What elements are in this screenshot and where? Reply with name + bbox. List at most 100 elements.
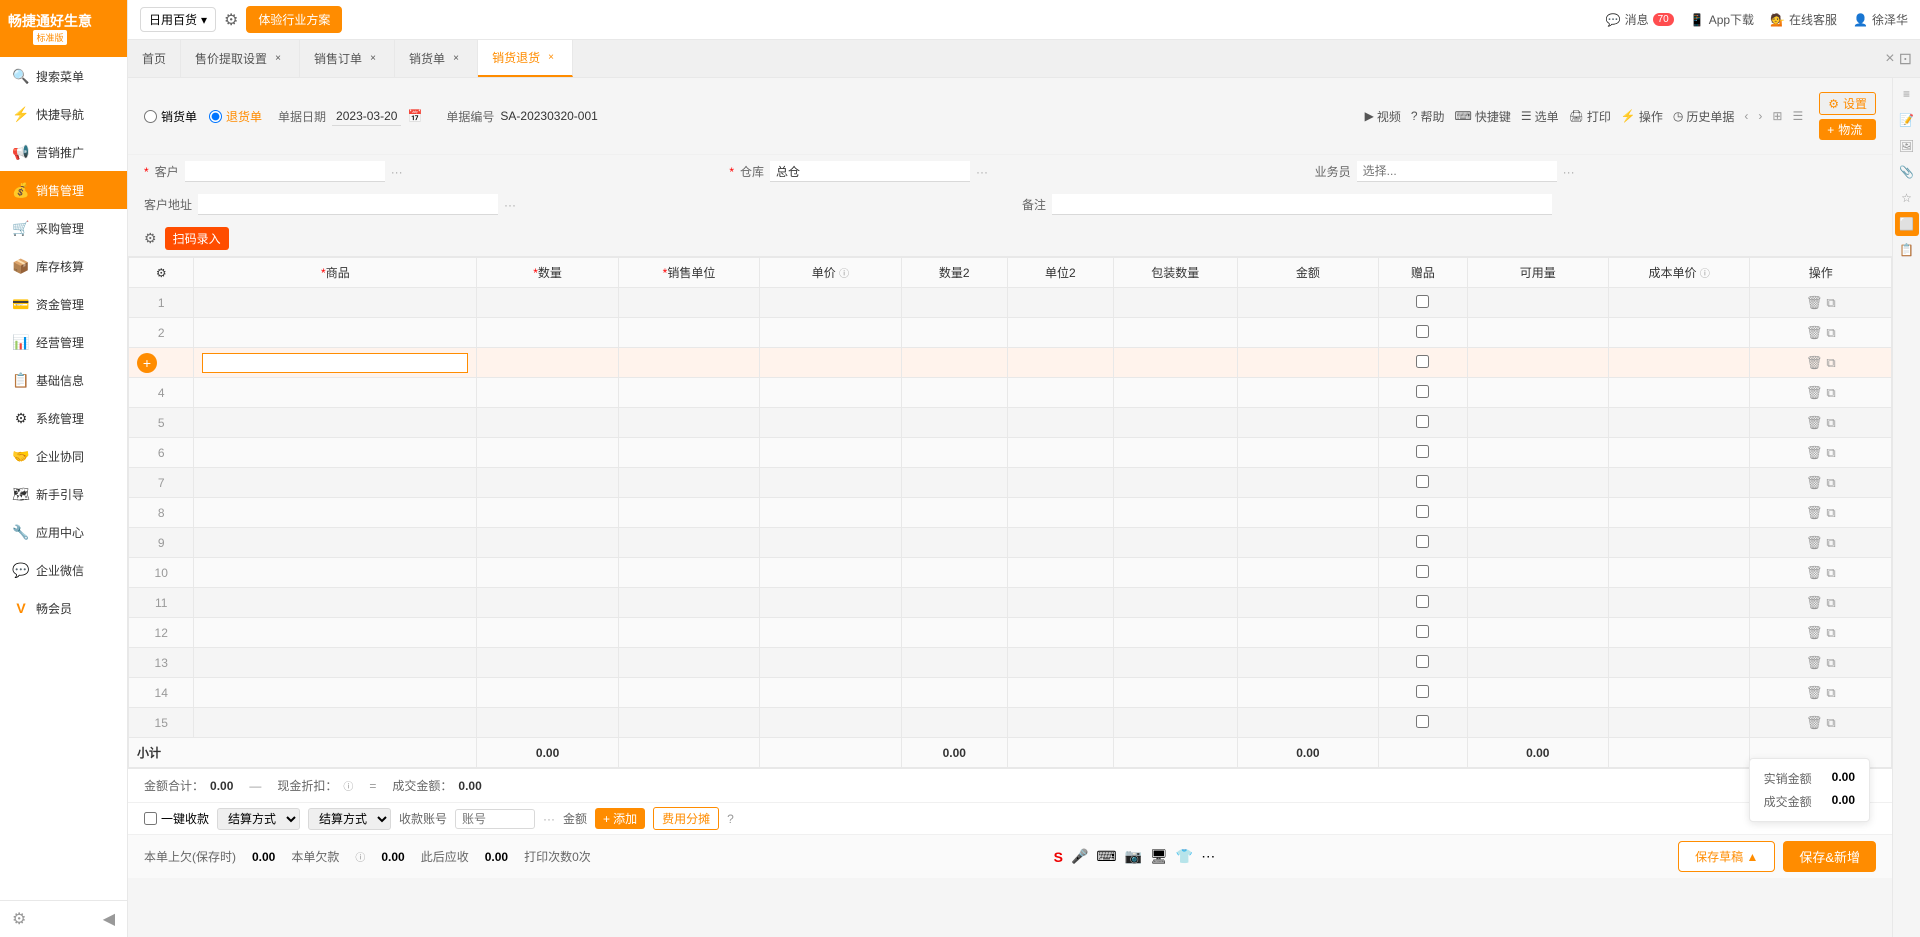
right-sidebar-attach[interactable]: 📎 [1895, 160, 1919, 184]
delete-row-7-button[interactable]: 🗑 [1806, 475, 1823, 491]
cell-available-8[interactable] [1467, 498, 1608, 528]
cell-gift-13[interactable] [1379, 648, 1467, 678]
nav-next-icon[interactable]: › [1758, 109, 1762, 123]
cell-cost-price-1[interactable] [1608, 288, 1749, 318]
right-sidebar-active[interactable]: ⬜ [1895, 212, 1919, 236]
cell-unit2-7[interactable] [1007, 468, 1113, 498]
cell-price-10[interactable] [760, 558, 901, 588]
app-download-button[interactable]: 📱 App下载 [1690, 11, 1754, 28]
cell-amount-14[interactable] [1237, 678, 1378, 708]
list-view-icon[interactable]: ☰ [1792, 109, 1803, 123]
cell-goods-2[interactable] [194, 318, 477, 348]
sidebar-item-wechat[interactable]: 💬 企业微信 [0, 551, 127, 589]
sidebar-item-base[interactable]: 📋 基础信息 [0, 361, 127, 399]
cell-qty2-2[interactable] [901, 318, 1007, 348]
remark-input[interactable] [1052, 194, 1552, 215]
cell-price-4[interactable] [760, 378, 901, 408]
add-row-button[interactable]: + [137, 353, 157, 373]
tab-close-icon[interactable]: × [449, 52, 463, 66]
delete-row-2-button[interactable]: 🗑 [1806, 325, 1823, 341]
nav-prev-icon[interactable]: ‹ [1744, 109, 1748, 123]
cell-unit-6[interactable] [618, 438, 759, 468]
cell-unit2-4[interactable] [1007, 378, 1113, 408]
cell-pkg-qty-3[interactable] [1113, 348, 1237, 378]
print-toolbar-item[interactable]: 🖨 打印 [1569, 108, 1611, 125]
cell-qty-14[interactable] [477, 678, 618, 708]
cell-pkg-qty-1[interactable] [1113, 288, 1237, 318]
cell-amount-13[interactable] [1237, 648, 1378, 678]
cell-unit2-1[interactable] [1007, 288, 1113, 318]
cell-price-15[interactable] [760, 708, 901, 738]
gift-checkbox-7[interactable] [1416, 475, 1429, 488]
cell-amount-6[interactable] [1237, 438, 1378, 468]
sidebar-item-marketing[interactable]: 📢 营销推广 [0, 133, 127, 171]
cell-qty2-5[interactable] [901, 408, 1007, 438]
cell-price-3[interactable] [760, 348, 901, 378]
cell-available-13[interactable] [1467, 648, 1608, 678]
copy-row-1-button[interactable]: ⧉ [1826, 295, 1835, 311]
gift-checkbox-13[interactable] [1416, 655, 1429, 668]
copy-row-6-button[interactable]: ⧉ [1826, 445, 1835, 461]
settlement-method-select[interactable]: 结算方式 [217, 808, 300, 830]
cell-amount-11[interactable] [1237, 588, 1378, 618]
cell-cost-price-15[interactable] [1608, 708, 1749, 738]
cell-unit-8[interactable] [618, 498, 759, 528]
cell-goods-5[interactable] [194, 408, 477, 438]
cell-available-14[interactable] [1467, 678, 1608, 708]
cell-price-2[interactable] [760, 318, 901, 348]
right-sidebar-note[interactable]: 📝 [1895, 108, 1919, 132]
cell-goods-9[interactable] [194, 528, 477, 558]
messages-button[interactable]: 💬 消息 70 [1606, 11, 1674, 28]
cell-gift-15[interactable] [1379, 708, 1467, 738]
gift-checkbox-6[interactable] [1416, 445, 1429, 458]
cell-unit2-9[interactable] [1007, 528, 1113, 558]
radio-return[interactable]: 退货单 [209, 108, 262, 125]
cell-available-7[interactable] [1467, 468, 1608, 498]
cell-price-9[interactable] [760, 528, 901, 558]
sidebar-item-finance[interactable]: 💳 资金管理 [0, 285, 127, 323]
sidebar-item-purchase[interactable]: 🛒 采购管理 [0, 209, 127, 247]
cell-unit2-11[interactable] [1007, 588, 1113, 618]
sidebar-item-inventory[interactable]: 📦 库存核算 [0, 247, 127, 285]
cell-gift-12[interactable] [1379, 618, 1467, 648]
sidebar-item-sales[interactable]: 💰 销售管理 [0, 171, 127, 209]
customer-more-icon[interactable]: ··· [391, 165, 403, 179]
cell-goods-15[interactable] [194, 708, 477, 738]
cell-goods-10[interactable] [194, 558, 477, 588]
cell-cost-price-11[interactable] [1608, 588, 1749, 618]
cell-gift-1[interactable] [1379, 288, 1467, 318]
sidebar-item-system[interactable]: ⚙ 系统管理 [0, 399, 127, 437]
cell-price-11[interactable] [760, 588, 901, 618]
cell-available-12[interactable] [1467, 618, 1608, 648]
sidebar-gear-icon[interactable]: ⚙ [12, 909, 26, 929]
doc-date-value[interactable]: 2023-03-20 [332, 107, 401, 126]
cell-qty2-11[interactable] [901, 588, 1007, 618]
cell-qty-1[interactable] [477, 288, 618, 318]
delete-row-8-button[interactable]: 🗑 [1806, 505, 1823, 521]
online-service-button[interactable]: 💁 在线客服 [1770, 11, 1837, 28]
cell-unit-14[interactable] [618, 678, 759, 708]
cell-gift-3[interactable] [1379, 348, 1467, 378]
cell-cost-price-10[interactable] [1608, 558, 1749, 588]
operation-toolbar-item[interactable]: ⚡ 操作 [1621, 108, 1663, 125]
cell-pkg-qty-5[interactable] [1113, 408, 1237, 438]
cell-qty-13[interactable] [477, 648, 618, 678]
cell-goods-3[interactable] [194, 348, 477, 378]
delete-row-11-button[interactable]: 🗑 [1806, 595, 1823, 611]
cell-pkg-qty-7[interactable] [1113, 468, 1237, 498]
radio-return-input[interactable] [209, 110, 222, 123]
cell-pkg-qty-2[interactable] [1113, 318, 1237, 348]
cell-goods-8[interactable] [194, 498, 477, 528]
video-toolbar-item[interactable]: ▶ 视频 [1365, 108, 1401, 125]
cell-pkg-qty-9[interactable] [1113, 528, 1237, 558]
cell-qty-7[interactable] [477, 468, 618, 498]
cell-unit-12[interactable] [618, 618, 759, 648]
sidebar-collapse-icon[interactable]: ◀ [103, 909, 115, 929]
tab-sales-order[interactable]: 销售订单 × [300, 40, 395, 77]
cell-price-14[interactable] [760, 678, 901, 708]
delete-row-15-button[interactable]: 🗑 [1806, 715, 1823, 731]
cell-cost-price-2[interactable] [1608, 318, 1749, 348]
cell-qty-4[interactable] [477, 378, 618, 408]
one-click-payment-checkbox[interactable] [144, 812, 157, 825]
account-more-icon[interactable]: ··· [543, 812, 555, 826]
